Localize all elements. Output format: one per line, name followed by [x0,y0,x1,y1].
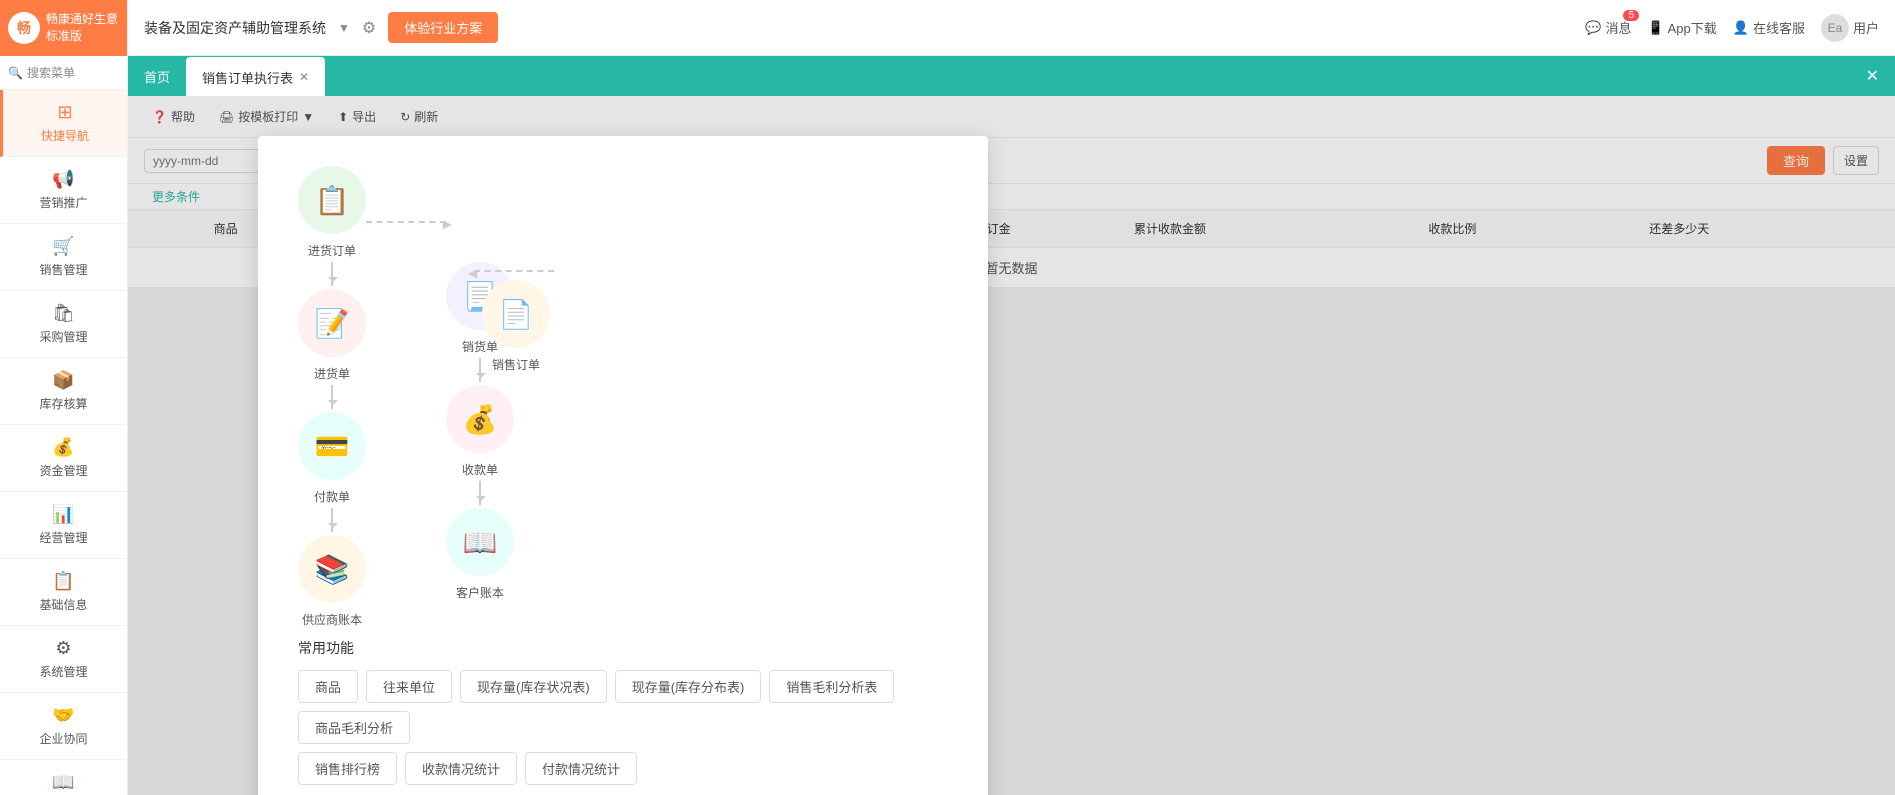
system-title: 装备及固定资产辅助管理系统 [144,18,326,38]
flow-col-left: 📋 进货订单 📝 [298,166,366,628]
sidebar-item-system[interactable]: ⚙ 系统管理 [0,626,127,693]
supplier-ledger-circle: 📚 [298,535,366,603]
sidebar-item-finance[interactable]: 💰 资金管理 [0,425,127,492]
common-functions: 常用功能 商品 往来单位 现存量(库存状况表) 现存量(库存分布表) 销售毛利分… [298,638,948,785]
tab-close-icon[interactable]: ✕ [299,70,309,84]
func-btn-product-gross[interactable]: 商品毛利分析 [298,711,410,744]
node-customer-ledger[interactable]: 📖 客户账本 [446,508,514,601]
logo-icon: 畅 [8,12,40,44]
sidebar-item-guide[interactable]: 📖 新手引导 [0,760,127,795]
sidebar-nav: ⊞ 快捷导航 📢 营销推广 🛒 销售管理 🛍 采购管理 📦 库存核算 💰 [0,90,127,795]
func-btn-product[interactable]: 商品 [298,670,358,703]
sales-icon: 🛒 [52,236,74,257]
arrow-v3 [331,505,333,535]
tab-home[interactable]: 首页 [128,56,186,96]
func-btn-stock-status[interactable]: 现存量(库存状况表) [460,670,607,703]
func-buttons-row1: 商品 往来单位 现存量(库存状况表) 现存量(库存分布表) 销售毛利分析表 商品… [298,670,948,744]
message-badge: 5 [1623,10,1639,21]
func-btn-stock-dist[interactable]: 现存量(库存分布表) [615,670,762,703]
inventory-icon: 📦 [52,370,74,391]
receipt-circle: 💰 [446,385,514,453]
online-service-button[interactable]: 👤 在线客服 [1733,18,1805,37]
sales-order-label: 销售订单 [492,356,540,373]
message-icon: 💬 [1585,20,1601,36]
tab-bar: 首页 销售订单执行表 ✕ ✕ [128,56,1895,96]
func-btn-payment-stats[interactable]: 付款情况统计 [525,752,637,785]
common-title: 常用功能 [298,638,948,658]
node-receipt[interactable]: 💰 收款单 [446,385,514,478]
node-purchase-order[interactable]: 📋 进货订单 [298,166,366,259]
operations-icon: 📊 [52,504,74,525]
purchase-order-circle: 📋 [298,166,366,234]
sidebar-item-quick-nav[interactable]: ⊞ 快捷导航 [0,90,127,157]
quick-nav-icon: ⊞ [57,102,72,123]
experience-button[interactable]: 体验行业方案 [388,12,498,43]
user-name: 用户 [1853,18,1879,37]
guide-icon: 📖 [52,772,74,793]
h-arrows-col: ▶ [366,166,446,264]
func-buttons-row2: 销售排行榜 收款情况统计 付款情况统计 [298,752,948,785]
app-icon: 📱 [1647,20,1663,36]
popup-overlay[interactable]: 📋 进货订单 📝 [128,96,1895,795]
main-area: 装备及固定资产辅助管理系统 ▼ ⚙ 体验行业方案 💬 消息 5 📱 App下载 … [128,0,1895,795]
top-header: 装备及固定资产辅助管理系统 ▼ ⚙ 体验行业方案 💬 消息 5 📱 App下载 … [128,0,1895,56]
func-btn-sales-rank[interactable]: 销售排行榜 [298,752,397,785]
search-menu[interactable]: 🔍 搜索菜单 [0,56,127,90]
supplier-ledger-label: 供应商账本 [302,611,362,628]
logo-text: 畅康通好生意 标准版 [46,11,118,45]
sidebar-item-marketing[interactable]: 📢 营销推广 [0,157,127,224]
purchase-receipt-label: 进货单 [314,365,350,382]
payment-label: 付款单 [314,488,350,505]
sidebar-item-basic-info[interactable]: 📋 基础信息 [0,559,127,626]
dropdown-icon[interactable]: ▼ [338,21,350,35]
tab-bar-close[interactable]: ✕ [1850,66,1895,86]
sales-order-circle: 📄 [482,280,550,348]
message-button[interactable]: 💬 消息 5 [1585,18,1631,37]
sidebar-item-sales[interactable]: 🛒 销售管理 [0,224,127,291]
receipt-label: 收款单 [462,461,498,478]
sidebar-item-inventory[interactable]: 📦 库存核算 [0,358,127,425]
func-btn-contacts[interactable]: 往来单位 [366,670,452,703]
node-purchase-receipt[interactable]: 📝 进货单 [298,289,366,382]
settings-icon[interactable]: ⚙ [362,18,376,38]
node-sales-order[interactable]: 📄 销售订单 [482,280,550,373]
search-icon: 🔍 [8,66,23,80]
system-icon: ⚙ [55,638,71,659]
func-btn-sales-gross[interactable]: 销售毛利分析表 [769,670,894,703]
node-payment[interactable]: 💳 付款单 [298,412,366,505]
sidebar-item-purchase[interactable]: 🛍 采购管理 [0,291,127,358]
marketing-icon: 📢 [52,169,74,190]
customer-ledger-circle: 📖 [446,508,514,576]
basic-info-icon: 📋 [52,571,74,592]
node-supplier-ledger[interactable]: 📚 供应商账本 [298,535,366,628]
popup-container: 📋 进货订单 📝 [258,136,988,795]
sidebar: 畅 畅康通好生意 标准版 🔍 搜索菜单 ⊞ 快捷导航 📢 营销推广 🛒 销售管理 [0,0,128,795]
header-right: 💬 消息 5 📱 App下载 👤 在线客服 Ea 用户 [1585,14,1879,42]
enterprise-icon: 🤝 [52,705,74,726]
arrow-v1 [331,259,333,289]
app-download-button[interactable]: 📱 App下载 [1647,18,1716,37]
sidebar-item-enterprise[interactable]: 🤝 企业协同 [0,693,127,760]
purchase-order-label: 进货订单 [308,242,356,259]
finance-icon: 💰 [52,437,74,458]
arrow-v2 [331,382,333,412]
popup-body: 📋 进货订单 📝 [258,136,988,795]
content-area: ❓ 帮助 🖨 按模板打印 ▼ ⬆ 导出 ↻ 刷新 [128,96,1895,795]
service-icon: 👤 [1733,20,1749,36]
avatar: Ea [1821,14,1849,42]
purchase-icon: 🛍 [52,303,75,324]
sidebar-logo: 畅 畅康通好生意 标准版 [0,0,127,56]
customer-ledger-label: 客户账本 [456,584,504,601]
flow-col-right: ◀ 📄 销售订单 [474,166,558,373]
func-btn-receipt-stats[interactable]: 收款情况统计 [405,752,517,785]
purchase-receipt-circle: 📝 [298,289,366,357]
flow-diagram: 📋 进货订单 📝 [298,166,948,628]
sidebar-item-operations[interactable]: 📊 经营管理 [0,492,127,559]
tab-sales-order[interactable]: 销售订单执行表 ✕ [186,57,325,97]
user-menu[interactable]: Ea 用户 [1821,14,1879,42]
payment-circle: 💳 [298,412,366,480]
